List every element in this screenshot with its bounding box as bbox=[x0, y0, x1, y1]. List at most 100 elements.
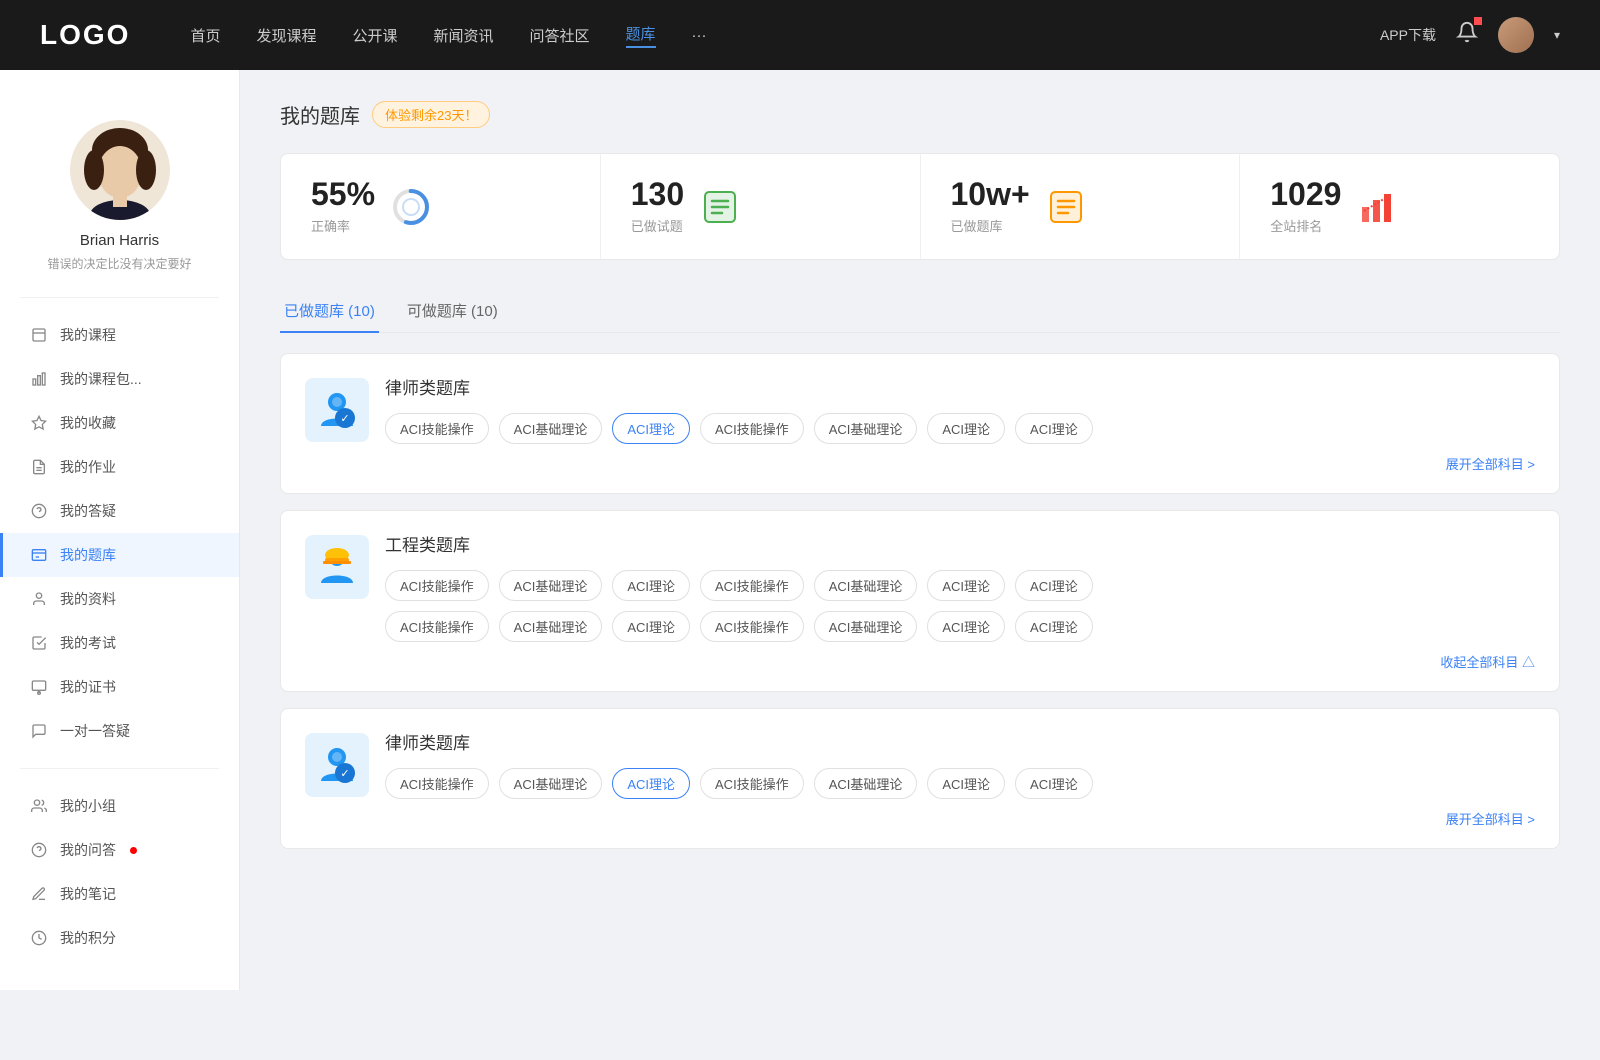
nav-open-course[interactable]: 公开课 bbox=[352, 25, 397, 46]
sidebar: Brian Harris 错误的决定比没有决定要好 我的课程 我的课程包... bbox=[0, 70, 240, 990]
bank-card-icon-area-2 bbox=[305, 531, 385, 599]
eng-tag-r1-0[interactable]: ACI技能操作 bbox=[385, 570, 489, 601]
eng-tag-r2-6[interactable]: ACI理论 bbox=[1015, 611, 1093, 642]
tab-done-banks[interactable]: 已做题库 (10) bbox=[280, 290, 379, 333]
avatar-dropdown-icon[interactable]: ▾ bbox=[1554, 28, 1560, 42]
eng-tag-r1-3[interactable]: ACI技能操作 bbox=[700, 570, 804, 601]
svg-text:✓: ✓ bbox=[340, 413, 349, 425]
sidebar-item-my-questions[interactable]: 我的问答 bbox=[0, 828, 239, 872]
l2-tag-4[interactable]: ACI基础理论 bbox=[814, 768, 918, 799]
tag-2-active[interactable]: ACI理论 bbox=[612, 413, 690, 444]
eng-tag-r2-0[interactable]: ACI技能操作 bbox=[385, 611, 489, 642]
sidebar-label-my-course: 我的课程 bbox=[60, 325, 116, 345]
sidebar-item-favorites[interactable]: 我的收藏 bbox=[0, 401, 239, 445]
bank-tags-engineer-row2: ACI技能操作 ACI基础理论 ACI理论 ACI技能操作 ACI基础理论 AC… bbox=[385, 611, 1535, 642]
l2-tag-6[interactable]: ACI理论 bbox=[1015, 768, 1093, 799]
tag-3[interactable]: ACI技能操作 bbox=[700, 413, 804, 444]
eng-tag-r1-4[interactable]: ACI基础理论 bbox=[814, 570, 918, 601]
sidebar-label-my-questions: 我的问答 bbox=[60, 840, 116, 860]
logo: LOGO bbox=[40, 19, 130, 51]
l2-tag-2-active[interactable]: ACI理论 bbox=[612, 768, 690, 799]
sidebar-item-profile[interactable]: 我的资料 bbox=[0, 577, 239, 621]
sidebar-label-course-pack: 我的课程包... bbox=[60, 369, 142, 389]
done-questions-label: 已做试题 bbox=[631, 216, 684, 235]
tab-available-banks[interactable]: 可做题库 (10) bbox=[403, 290, 502, 333]
nav-discover[interactable]: 发现课程 bbox=[256, 25, 316, 46]
sidebar-item-course-pack[interactable]: 我的课程包... bbox=[0, 357, 239, 401]
expand-link-3[interactable]: 展开全部科目 > bbox=[385, 809, 1535, 828]
sidebar-divider bbox=[20, 297, 219, 298]
nav-bank[interactable]: 题库 bbox=[626, 23, 656, 48]
accuracy-icon bbox=[391, 187, 431, 227]
eng-tag-r1-2[interactable]: ACI理论 bbox=[612, 570, 690, 601]
sidebar-item-my-qa[interactable]: 我的答疑 bbox=[0, 489, 239, 533]
tag-5[interactable]: ACI理论 bbox=[927, 413, 1005, 444]
l2-tag-1[interactable]: ACI基础理论 bbox=[499, 768, 603, 799]
lawyer-icon-bg-1: ✓ bbox=[305, 378, 369, 442]
sidebar-profile: Brian Harris 错误的决定比没有决定要好 bbox=[0, 100, 239, 282]
tag-1[interactable]: ACI基础理论 bbox=[499, 413, 603, 444]
eng-tag-r2-4[interactable]: ACI基础理论 bbox=[814, 611, 918, 642]
l2-tag-5[interactable]: ACI理论 bbox=[927, 768, 1005, 799]
bank-card-lawyer-1: ✓ 律师类题库 ACI技能操作 ACI基础理论 ACI理论 ACI技能操作 AC… bbox=[280, 353, 1560, 494]
bell-icon[interactable] bbox=[1456, 21, 1478, 49]
sidebar-item-my-course[interactable]: 我的课程 bbox=[0, 313, 239, 357]
sidebar-item-notes[interactable]: 我的笔记 bbox=[0, 872, 239, 916]
eng-tag-r2-5[interactable]: ACI理论 bbox=[927, 611, 1005, 642]
question-icon bbox=[30, 502, 48, 520]
tag-0[interactable]: ACI技能操作 bbox=[385, 413, 489, 444]
eng-tag-r1-6[interactable]: ACI理论 bbox=[1015, 570, 1093, 601]
sidebar-item-homework[interactable]: 我的作业 bbox=[0, 445, 239, 489]
eng-tag-r2-2[interactable]: ACI理论 bbox=[612, 611, 690, 642]
sidebar-label-group: 我的小组 bbox=[60, 796, 116, 816]
l2-tag-3[interactable]: ACI技能操作 bbox=[700, 768, 804, 799]
eng-tag-r2-3[interactable]: ACI技能操作 bbox=[700, 611, 804, 642]
sidebar-item-exam[interactable]: 我的考试 bbox=[0, 621, 239, 665]
page-title: 我的题库 bbox=[280, 100, 360, 129]
eng-tag-r1-1[interactable]: ACI基础理论 bbox=[499, 570, 603, 601]
trial-badge: 体验剩余23天！ bbox=[372, 101, 490, 128]
user-avatar[interactable] bbox=[1498, 17, 1534, 53]
nav-news[interactable]: 新闻资讯 bbox=[434, 25, 494, 46]
bank-tags-lawyer-1: ACI技能操作 ACI基础理论 ACI理论 ACI技能操作 ACI基础理论 AC… bbox=[385, 413, 1535, 444]
nav-qa[interactable]: 问答社区 bbox=[530, 25, 590, 46]
sidebar-item-cert[interactable]: 我的证书 bbox=[0, 665, 239, 709]
lawyer-icon-bg-2: ✓ bbox=[305, 733, 369, 797]
sidebar-item-points[interactable]: 我的积分 bbox=[0, 916, 239, 960]
points-icon bbox=[30, 929, 48, 947]
bank-card-lawyer-2: ✓ 律师类题库 ACI技能操作 ACI基础理论 ACI理论 ACI技能操作 AC… bbox=[280, 708, 1560, 849]
rank-label: 全站排名 bbox=[1270, 216, 1341, 235]
nav-more[interactable]: ··· bbox=[692, 27, 707, 44]
stat-done-banks: 10w+ 已做题库 bbox=[921, 154, 1241, 259]
engineer-icon bbox=[315, 545, 359, 589]
accuracy-value: 55% bbox=[311, 178, 375, 210]
notification-badge bbox=[130, 847, 137, 854]
bank-title-engineer: 工程类题库 bbox=[385, 531, 1535, 556]
tag-6[interactable]: ACI理论 bbox=[1015, 413, 1093, 444]
bank-card-icon-area-1: ✓ bbox=[305, 374, 385, 442]
sidebar-label-one-on-one: 一对一答疑 bbox=[60, 721, 130, 741]
bank-card-icon-area-3: ✓ bbox=[305, 729, 385, 797]
sidebar-label-cert: 我的证书 bbox=[60, 677, 116, 697]
tag-4[interactable]: ACI基础理论 bbox=[814, 413, 918, 444]
qa-icon bbox=[30, 722, 48, 740]
eng-tag-r2-1[interactable]: ACI基础理论 bbox=[499, 611, 603, 642]
sidebar-item-my-bank[interactable]: 我的题库 bbox=[0, 533, 239, 577]
done-banks-label: 已做题库 bbox=[951, 216, 1030, 235]
stat-accuracy: 55% 正确率 bbox=[281, 154, 601, 259]
sidebar-label-homework: 我的作业 bbox=[60, 457, 116, 477]
eng-tag-r1-5[interactable]: ACI理论 bbox=[927, 570, 1005, 601]
chart-icon bbox=[30, 370, 48, 388]
main-nav: 首页 发现课程 公开课 新闻资讯 问答社区 题库 ··· bbox=[190, 23, 1380, 48]
app-download-link[interactable]: APP下载 bbox=[1380, 25, 1436, 45]
nav-home[interactable]: 首页 bbox=[190, 25, 220, 46]
group-icon bbox=[30, 797, 48, 815]
l2-tag-0[interactable]: ACI技能操作 bbox=[385, 768, 489, 799]
collapse-link[interactable]: 收起全部科目 △ bbox=[385, 652, 1535, 671]
expand-link-1[interactable]: 展开全部科目 > bbox=[385, 454, 1535, 473]
answer-icon bbox=[30, 841, 48, 859]
sidebar-item-one-on-one[interactable]: 一对一答疑 bbox=[0, 709, 239, 753]
sidebar-label-my-bank: 我的题库 bbox=[60, 545, 116, 565]
note-icon bbox=[30, 885, 48, 903]
sidebar-item-group[interactable]: 我的小组 bbox=[0, 784, 239, 828]
